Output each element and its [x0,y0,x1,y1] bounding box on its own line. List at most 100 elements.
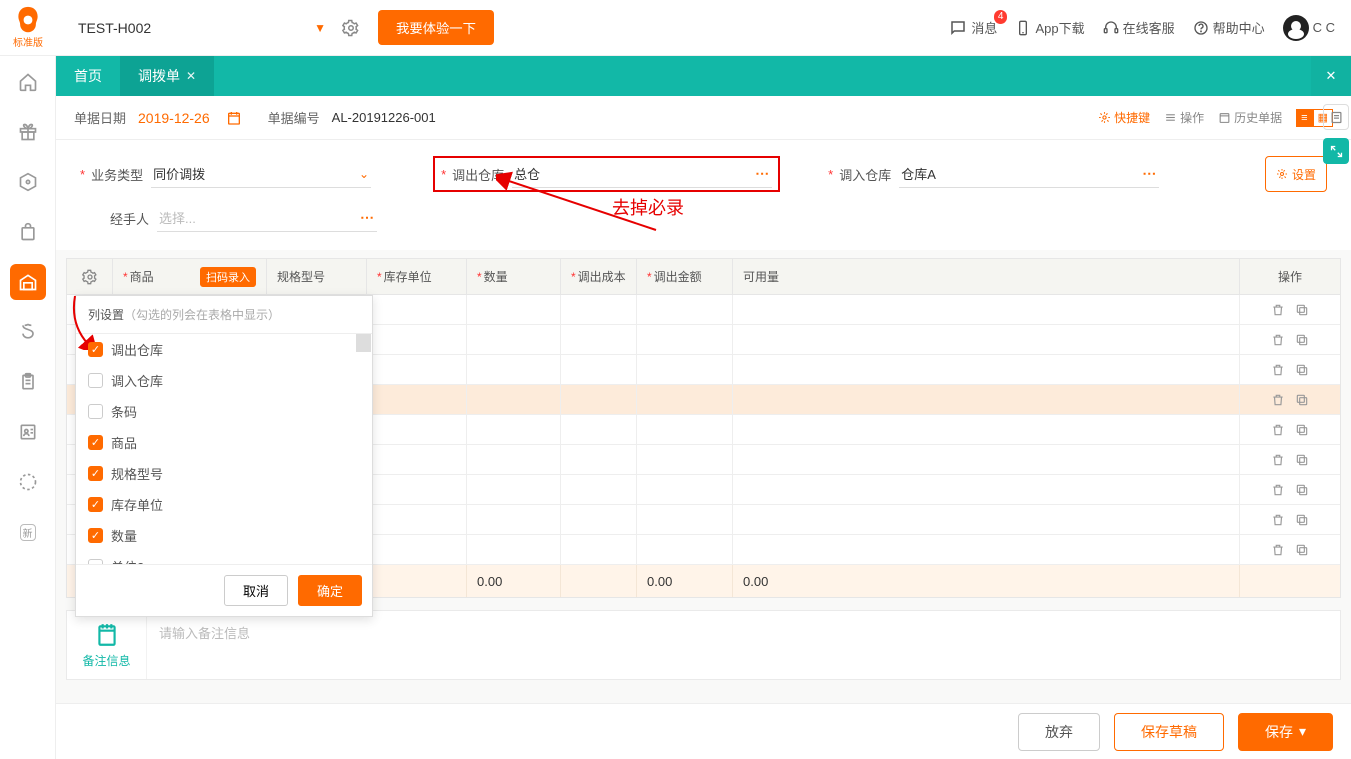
column-option[interactable]: 条码 [76,396,372,427]
field-handler[interactable]: 经手人 选择...⋯ [110,204,377,232]
scrollbar-thumb[interactable] [356,334,371,352]
out-warehouse-value: 总仓 [514,164,540,183]
settings-button[interactable]: 设置 [1265,156,1327,192]
delete-icon[interactable] [1271,513,1285,527]
hotkey-link[interactable]: 快捷键 [1098,109,1150,126]
column-option[interactable]: ✓数量 [76,520,372,551]
copy-icon[interactable] [1295,453,1309,467]
app-download-link[interactable]: App下载 [1015,18,1084,37]
rail-note-icon[interactable] [1323,104,1349,130]
copy-icon[interactable] [1295,393,1309,407]
doc-no-label: 单据编号 [268,108,320,127]
copy-icon[interactable] [1295,513,1309,527]
help-label: 帮助中心 [1213,18,1265,37]
more-icon[interactable]: ⋯ [1142,165,1157,182]
scan-input-button[interactable]: 扫码录入 [200,267,256,287]
right-rail [1321,96,1351,164]
th-operation: 操作 [1240,259,1340,294]
checkbox-icon: ✓ [88,466,103,481]
popup-cancel-button[interactable]: 取消 [224,575,288,606]
nav-clipboard-icon[interactable] [10,364,46,400]
help-link[interactable]: 帮助中心 [1193,18,1265,37]
more-icon[interactable]: ⋯ [360,209,375,226]
column-settings-button[interactable] [67,259,113,294]
column-option[interactable]: ✓库存单位 [76,489,372,520]
save-draft-button[interactable]: 保存草稿 [1114,713,1224,751]
save-button[interactable]: 保存▾ [1238,713,1333,751]
doc-date-label: 单据日期 [74,108,126,127]
delete-icon[interactable] [1271,393,1285,407]
tabs-close-all[interactable]: ✕ [1311,56,1351,96]
history-label: 历史单据 [1234,109,1282,126]
copy-icon[interactable] [1295,363,1309,377]
bottom-bar: 放弃 保存草稿 保存▾ [56,703,1351,759]
column-option[interactable]: 调入仓库 [76,365,372,396]
logo[interactable]: 标准版 [0,6,56,49]
column-option[interactable]: ✓商品 [76,427,372,458]
user-menu[interactable]: C C [1283,15,1335,41]
th-amount: *调出金额 [637,259,733,294]
nav-contact-icon[interactable] [10,414,46,450]
list-icon [1164,111,1177,124]
rail-expand-icon[interactable] [1323,138,1349,164]
trial-button[interactable]: 我要体验一下 [378,10,494,45]
tabs-bar: 首页 调拨单 ✕ ✕ [56,56,1351,96]
delete-icon[interactable] [1271,333,1285,347]
column-option[interactable]: ✓ 规格型号 [76,458,372,489]
copy-icon[interactable] [1295,333,1309,347]
delete-icon[interactable] [1271,483,1285,497]
copy-icon[interactable] [1295,303,1309,317]
nav-warehouse-icon[interactable] [10,264,46,300]
checkbox-icon [88,373,103,388]
column-option-label: 单位2 [111,557,144,564]
items-table: *商品扫码录入 规格型号 *库存单位 *数量 *调出成本 *调出金额 可用量 操… [66,258,1341,598]
nav-tag-icon[interactable] [10,164,46,200]
nav-share-icon[interactable] [10,464,46,500]
doc-date-value[interactable]: 2019-12-26 [138,110,210,126]
customer-service-link[interactable]: 在线客服 [1103,18,1175,37]
column-option-label: 库存单位 [111,495,163,514]
copy-icon[interactable] [1295,543,1309,557]
operation-link[interactable]: 操作 [1164,109,1204,126]
field-biztype[interactable]: * 业务类型 同价调拨⌄ [80,156,371,192]
tab-allocation[interactable]: 调拨单 ✕ [120,56,214,96]
tab-home[interactable]: 首页 [56,56,120,96]
more-icon[interactable]: ⋯ [755,165,770,182]
gear-icon [82,269,98,285]
nav-money-icon[interactable] [10,314,46,350]
column-settings-popup: 列设置（勾选的列会在表格中显示） ✓调出仓库调入仓库条码✓商品✓规格型号✓库存单… [75,295,373,617]
gear-icon[interactable] [342,19,360,37]
calendar-icon[interactable] [226,110,242,126]
popup-ok-button[interactable]: 确定 [298,575,362,606]
gear-icon [1276,168,1288,180]
history-link[interactable]: 历史单据 [1218,109,1282,126]
discard-button[interactable]: 放弃 [1018,713,1100,751]
checkbox-icon: ✓ [88,435,103,450]
field-out-warehouse[interactable]: * 调出仓库 总仓⋯ [433,156,780,192]
settings-label: 设置 [1292,166,1316,183]
remark-input[interactable]: 请输入备注信息 [147,611,1340,679]
operation-label: 操作 [1180,109,1204,126]
column-option[interactable]: ✓调出仓库 [76,334,372,365]
nav-new-icon[interactable]: 新 [10,514,46,550]
nav-gift-icon[interactable] [10,114,46,150]
left-sidebar: 新 [0,56,56,759]
foot-amt: 0.00 [647,574,672,589]
nav-home-icon[interactable] [10,64,46,100]
delete-icon[interactable] [1271,453,1285,467]
delete-icon[interactable] [1271,423,1285,437]
column-option[interactable]: 单位2 [76,551,372,564]
nav-bag-icon[interactable] [10,214,46,250]
delete-icon[interactable] [1271,303,1285,317]
copy-icon[interactable] [1295,483,1309,497]
column-option-label: 规格型号 [111,464,163,483]
field-in-warehouse[interactable]: * 调入仓库 仓库A⋯ [828,156,1159,192]
delete-icon[interactable] [1271,363,1285,377]
org-select[interactable]: TEST-H002 ▼ [72,16,332,40]
calendar-icon [1218,111,1231,124]
close-icon[interactable]: ✕ [186,69,196,83]
chevron-down-icon: ⌄ [359,167,369,181]
delete-icon[interactable] [1271,543,1285,557]
messages-link[interactable]: 消息 4 [949,18,997,37]
copy-icon[interactable] [1295,423,1309,437]
